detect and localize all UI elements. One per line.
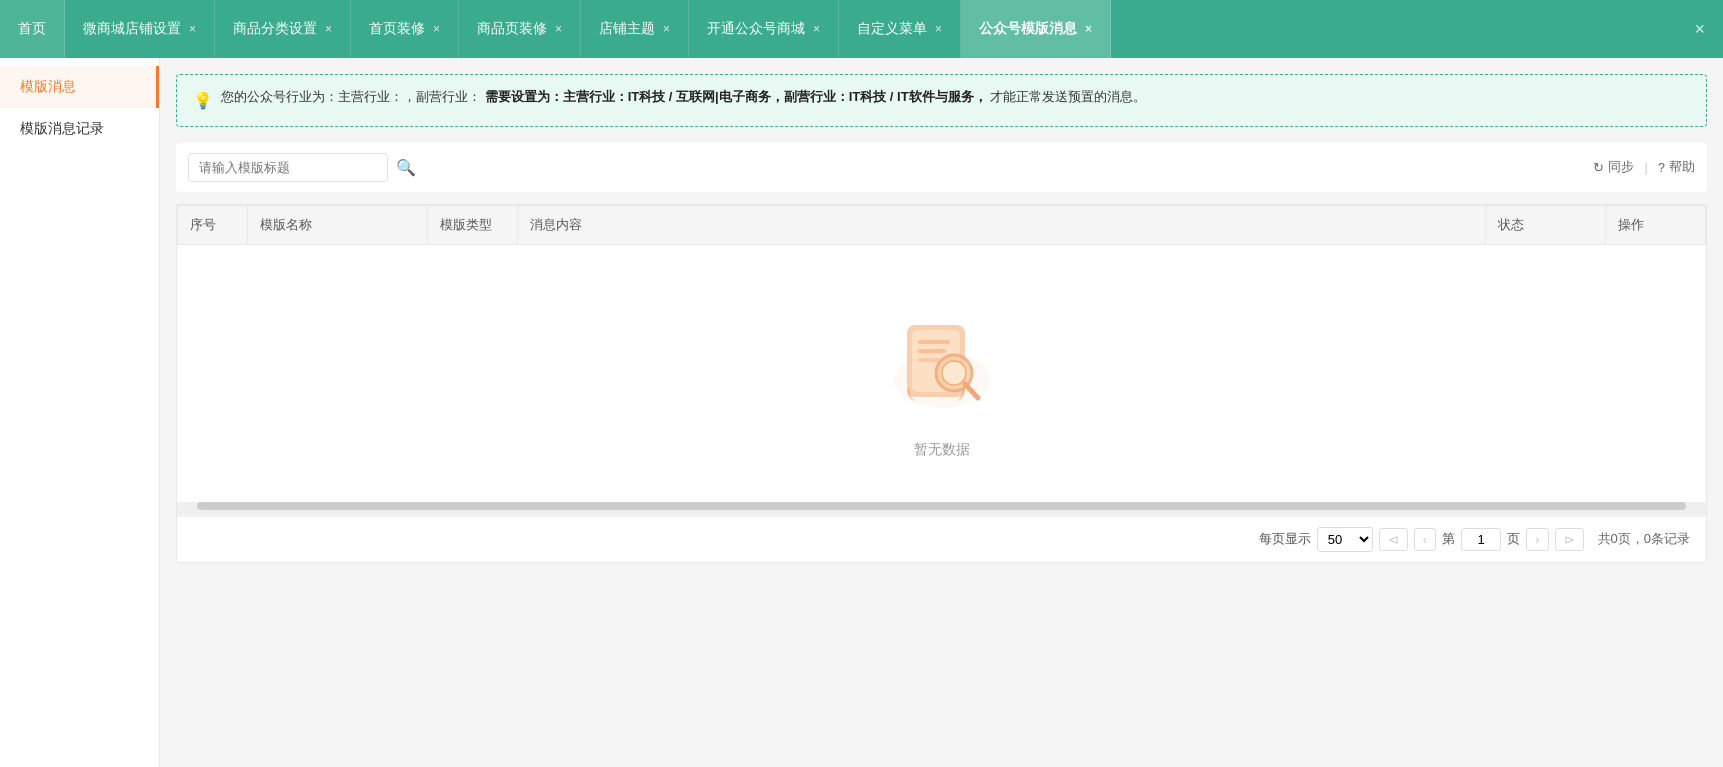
notice-banner: 💡 您的公众号行业为：主营行业：，副营行业： 需要设置为：主营行业：IT科技 /… (176, 74, 1707, 127)
col-header-status: 状态 (1486, 205, 1606, 244)
page-unit: 页 (1507, 530, 1520, 548)
page-input[interactable] (1461, 528, 1501, 551)
lightbulb-icon: 💡 (193, 88, 213, 114)
svg-point-7 (942, 361, 966, 385)
page-size-label: 每页显示 (1259, 530, 1311, 548)
sync-icon: ↻ (1593, 160, 1604, 175)
next-page-button[interactable]: › (1526, 528, 1548, 551)
tab-open-store[interactable]: 开通公众号商城 × (689, 0, 839, 58)
tab-label-product-decor: 商品页装修 (477, 20, 547, 38)
col-header-action: 操作 (1606, 205, 1706, 244)
tab-label-product-category: 商品分类设置 (233, 20, 317, 38)
svg-rect-3 (918, 340, 950, 344)
tab-close-wsc-settings[interactable]: × (189, 22, 196, 36)
tab-product-decor[interactable]: 商品页装修 × (459, 0, 581, 58)
svg-rect-5 (918, 358, 940, 362)
divider: | (1644, 160, 1647, 175)
col-header-content: 消息内容 (518, 205, 1486, 244)
tab-template-msg[interactable]: 公众号模版消息 × (961, 0, 1111, 58)
tab-label-template-msg: 公众号模版消息 (979, 20, 1077, 38)
tab-custom-menu[interactable]: 自定义菜单 × (839, 0, 961, 58)
tab-close-product-category[interactable]: × (325, 22, 332, 36)
search-button[interactable]: 🔍 (396, 158, 416, 177)
col-header-name: 模版名称 (248, 205, 428, 244)
tab-label-open-store: 开通公众号商城 (707, 20, 805, 38)
data-table: 序号模版名称模版类型消息内容状态操作 (177, 205, 1706, 499)
notice-text: 您的公众号行业为：主营行业：，副营行业： 需要设置为：主营行业：IT科技 / 互… (221, 87, 1146, 108)
tab-home-decor[interactable]: 首页装修 × (351, 0, 459, 58)
tab-product-category[interactable]: 商品分类设置 × (215, 0, 351, 58)
sidebar-item-template-msg[interactable]: 模版消息 (0, 66, 159, 108)
tab-label-store-theme: 店铺主题 (599, 20, 655, 38)
tab-label-home: 首页 (18, 20, 46, 38)
table-container: 序号模版名称模版类型消息内容状态操作 (176, 204, 1707, 563)
tab-wsc-settings[interactable]: 微商城店铺设置 × (65, 0, 215, 58)
last-page-button[interactable]: ⊳ (1555, 528, 1584, 551)
search-bar: 🔍 ↻ 同步 | ? 帮助 (176, 143, 1707, 192)
empty-text: 暂无数据 (914, 441, 970, 459)
help-icon: ? (1658, 160, 1665, 175)
tab-close-home-decor[interactable]: × (433, 22, 440, 36)
pagination: 每页显示 50 20 100 ⊲ ‹ 第 页 › ⊳ 共0页，0条记录 (177, 516, 1706, 562)
tab-close-open-store[interactable]: × (813, 22, 820, 36)
empty-row: 暂无数据 (178, 244, 1706, 499)
tab-label-home-decor: 首页装修 (369, 20, 425, 38)
main-layout: 模版消息模版消息记录 💡 您的公众号行业为：主营行业：，副营行业： 需要设置为：… (0, 58, 1723, 767)
tab-home[interactable]: 首页 (0, 0, 65, 58)
help-button[interactable]: ? 帮助 (1658, 158, 1695, 176)
tab-bar: 首页微商城店铺设置×商品分类设置×首页装修×商品页装修×店铺主题×开通公众号商城… (0, 0, 1723, 58)
search-right: ↻ 同步 | ? 帮助 (1593, 158, 1695, 176)
search-left: 🔍 (188, 153, 416, 182)
tab-close-template-msg[interactable]: × (1085, 22, 1092, 36)
prev-page-button[interactable]: ‹ (1414, 528, 1436, 551)
pagination-total: 共0页，0条记录 (1598, 530, 1690, 548)
page-size-select[interactable]: 50 20 100 (1317, 527, 1373, 552)
sidebar: 模版消息模版消息记录 (0, 58, 160, 767)
tab-close-custom-menu[interactable]: × (935, 22, 942, 36)
empty-state: 暂无数据 (178, 245, 1706, 499)
sidebar-item-template-msg-log[interactable]: 模版消息记录 (0, 108, 159, 150)
tab-close-product-decor[interactable]: × (555, 22, 562, 36)
tab-label-wsc-settings: 微商城店铺设置 (83, 20, 181, 38)
scrollbar-thumb (197, 502, 1686, 510)
scrollbar-area[interactable] (177, 502, 1706, 516)
first-page-button[interactable]: ⊲ (1379, 528, 1408, 551)
tab-store-theme[interactable]: 店铺主题 × (581, 0, 689, 58)
tab-label-custom-menu: 自定义菜单 (857, 20, 927, 38)
content-area: 💡 您的公众号行业为：主营行业：，副营行业： 需要设置为：主营行业：IT科技 /… (160, 58, 1723, 767)
close-all-button[interactable]: × (1676, 19, 1723, 40)
empty-icon (882, 305, 1002, 425)
search-input[interactable] (188, 153, 388, 182)
col-header-type: 模版类型 (428, 205, 518, 244)
col-header-index: 序号 (178, 205, 248, 244)
tab-close-store-theme[interactable]: × (663, 22, 670, 36)
page-prefix: 第 (1442, 530, 1455, 548)
svg-rect-4 (918, 349, 946, 353)
sync-button[interactable]: ↻ 同步 (1593, 158, 1634, 176)
